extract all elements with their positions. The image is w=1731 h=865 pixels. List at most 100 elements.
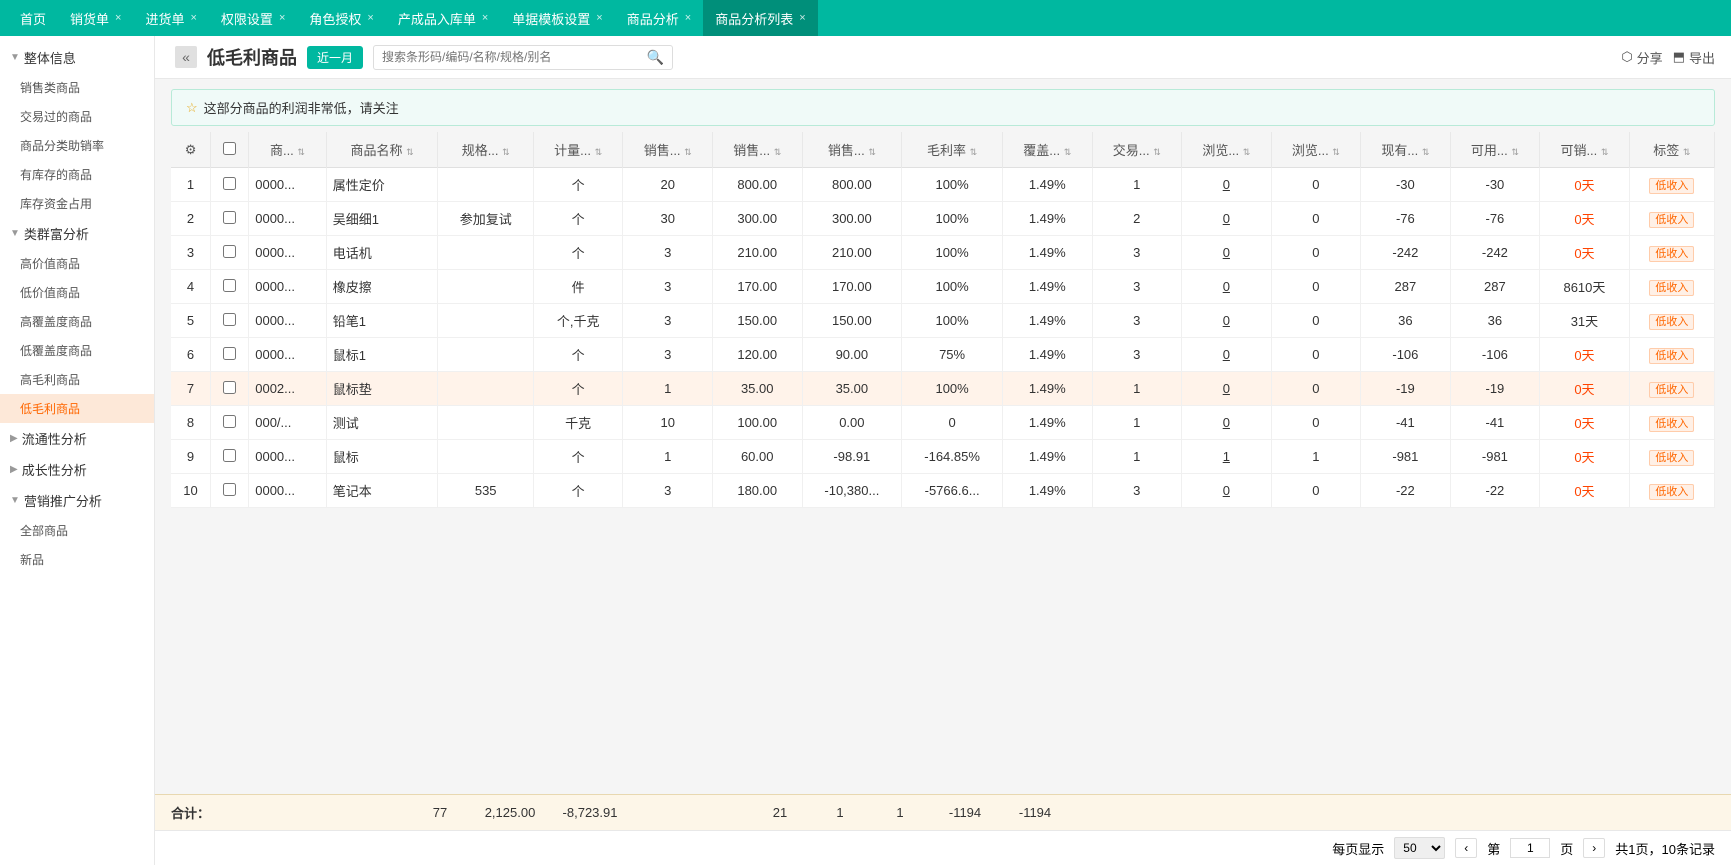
- nav-product-analysis-close[interactable]: ×: [685, 12, 691, 24]
- nav-sales-order-close[interactable]: ×: [115, 12, 121, 24]
- export-button[interactable]: ⬒ 导出: [1673, 48, 1715, 67]
- col-available[interactable]: 可用... ⇅: [1450, 132, 1540, 168]
- nav-permission[interactable]: 权限设置 ×: [209, 0, 297, 36]
- sidebar-item-low-coverage[interactable]: 低覆盖度商品: [0, 336, 154, 365]
- col-sales-profit[interactable]: 销售... ⇅: [802, 132, 902, 168]
- col-code[interactable]: 商... ⇅: [249, 132, 326, 168]
- row-checkbox[interactable]: [223, 347, 236, 360]
- cell-checkbox[interactable]: [211, 338, 249, 372]
- cell-views1[interactable]: 0: [1182, 338, 1272, 372]
- cell-views1[interactable]: 1: [1182, 440, 1272, 474]
- sidebar-item-all-goods[interactable]: 全部商品: [0, 516, 154, 545]
- col-tag[interactable]: 标签 ⇅: [1629, 132, 1714, 168]
- col-views2[interactable]: 浏览... ⇅: [1271, 132, 1361, 168]
- cell-gross-margin: 75%: [902, 338, 1003, 372]
- sidebar-section-cluster[interactable]: ▼ 类群富分析: [0, 218, 154, 249]
- row-checkbox[interactable]: [223, 279, 236, 292]
- sidebar-item-low-margin[interactable]: 低毛利商品: [0, 394, 154, 423]
- row-checkbox[interactable]: [223, 483, 236, 496]
- search-input[interactable]: [382, 50, 647, 64]
- nav-role-auth-close[interactable]: ×: [367, 12, 373, 24]
- col-coverage[interactable]: 覆盖... ⇅: [1002, 132, 1092, 168]
- sidebar-item-low-value[interactable]: 低价值商品: [0, 278, 154, 307]
- nav-purchase-order-close[interactable]: ×: [190, 12, 196, 24]
- sidebar-item-capital[interactable]: 库存资金占用: [0, 189, 154, 218]
- col-name[interactable]: 商品名称 ⇅: [326, 132, 438, 168]
- nav-purchase-order[interactable]: 进货单 ×: [133, 0, 208, 36]
- cell-views1[interactable]: 0: [1182, 270, 1272, 304]
- cell-checkbox[interactable]: [211, 304, 249, 338]
- sidebar-item-high-margin[interactable]: 高毛利商品: [0, 365, 154, 394]
- time-filter-button[interactable]: 近一月: [307, 46, 363, 69]
- col-transactions[interactable]: 交易... ⇅: [1092, 132, 1182, 168]
- nav-product-analysis-list-close[interactable]: ×: [799, 12, 805, 24]
- col-views1[interactable]: 浏览... ⇅: [1182, 132, 1272, 168]
- cell-checkbox[interactable]: [211, 406, 249, 440]
- prev-page-button[interactable]: ‹: [1455, 838, 1477, 858]
- col-gross-margin[interactable]: 毛利率 ⇅: [902, 132, 1003, 168]
- cell-current-stock: 287: [1361, 270, 1451, 304]
- share-button[interactable]: ⬡ 分享: [1621, 48, 1662, 67]
- next-page-button[interactable]: ›: [1583, 838, 1605, 858]
- cell-views1[interactable]: 0: [1182, 372, 1272, 406]
- col-sales-count[interactable]: 销售... ⇅: [623, 132, 713, 168]
- row-checkbox[interactable]: [223, 415, 236, 428]
- total-info: 共1页，10条记录: [1615, 839, 1715, 858]
- row-checkbox[interactable]: [223, 177, 236, 190]
- nav-role-auth[interactable]: 角色授权 ×: [297, 0, 385, 36]
- row-checkbox[interactable]: [223, 313, 236, 326]
- col-sales-price[interactable]: 销售... ⇅: [712, 132, 802, 168]
- nav-product-entry-close[interactable]: ×: [482, 12, 488, 24]
- cell-checkbox[interactable]: [211, 372, 249, 406]
- nav-template-settings-close[interactable]: ×: [596, 12, 602, 24]
- row-checkbox[interactable]: [223, 381, 236, 394]
- col-checkbox[interactable]: [211, 132, 249, 168]
- cell-views1[interactable]: 0: [1182, 202, 1272, 236]
- search-icon[interactable]: 🔍: [647, 49, 664, 66]
- sidebar-section-marketing[interactable]: ▼ 营销推广分析: [0, 485, 154, 516]
- col-spec[interactable]: 规格... ⇅: [438, 132, 533, 168]
- sidebar-item-category-rate[interactable]: 商品分类助销率: [0, 131, 154, 160]
- collapse-sidebar-button[interactable]: «: [175, 46, 197, 68]
- cell-checkbox[interactable]: [211, 236, 249, 270]
- nav-template-settings[interactable]: 单据模板设置 ×: [500, 0, 614, 36]
- cell-views1[interactable]: 0: [1182, 236, 1272, 270]
- cell-views1[interactable]: 0: [1182, 474, 1272, 508]
- nav-product-entry[interactable]: 产成品入库单 ×: [386, 0, 500, 36]
- row-checkbox[interactable]: [223, 211, 236, 224]
- sidebar-item-high-coverage[interactable]: 高覆盖度商品: [0, 307, 154, 336]
- col-settings[interactable]: ⚙: [171, 132, 211, 168]
- sidebar-section-growth[interactable]: ▶ 成长性分析: [0, 454, 154, 485]
- sidebar-item-traded-goods[interactable]: 交易过的商品: [0, 102, 154, 131]
- cell-checkbox[interactable]: [211, 270, 249, 304]
- col-current-stock[interactable]: 现有... ⇅: [1361, 132, 1451, 168]
- sidebar-section-circulation[interactable]: ▶ 流通性分析: [0, 423, 154, 454]
- sidebar-item-sales-goods[interactable]: 销售类商品: [0, 73, 154, 102]
- cell-checkbox[interactable]: [211, 168, 249, 202]
- cell-unit: 个: [533, 236, 623, 270]
- sidebar-item-high-value[interactable]: 高价值商品: [0, 249, 154, 278]
- cell-checkbox[interactable]: [211, 202, 249, 236]
- sidebar-item-stock-goods[interactable]: 有库存的商品: [0, 160, 154, 189]
- cell-transactions: 1: [1092, 406, 1182, 440]
- select-all-checkbox[interactable]: [223, 142, 236, 155]
- cell-views1[interactable]: 0: [1182, 304, 1272, 338]
- cell-views1[interactable]: 0: [1182, 406, 1272, 440]
- sidebar-item-new-goods[interactable]: 新品: [0, 545, 154, 574]
- per-page-select[interactable]: 50 20 100: [1394, 837, 1445, 859]
- cell-checkbox[interactable]: [211, 474, 249, 508]
- sidebar-section-overall[interactable]: ▼ 整体信息: [0, 42, 154, 73]
- nav-product-analysis-list[interactable]: 商品分析列表 ×: [703, 0, 817, 36]
- col-saleable[interactable]: 可销... ⇅: [1540, 132, 1630, 168]
- cell-checkbox[interactable]: [211, 440, 249, 474]
- nav-home[interactable]: 首页: [8, 0, 58, 36]
- nav-product-analysis[interactable]: 商品分析 ×: [615, 0, 703, 36]
- row-checkbox[interactable]: [223, 245, 236, 258]
- row-checkbox[interactable]: [223, 449, 236, 462]
- nav-sales-order[interactable]: 销货单 ×: [58, 0, 133, 36]
- cell-saleable: 0天: [1540, 168, 1630, 202]
- page-number-input[interactable]: [1510, 838, 1550, 858]
- cell-views1[interactable]: 0: [1182, 168, 1272, 202]
- col-unit[interactable]: 计量... ⇅: [533, 132, 623, 168]
- nav-permission-close[interactable]: ×: [279, 12, 285, 24]
